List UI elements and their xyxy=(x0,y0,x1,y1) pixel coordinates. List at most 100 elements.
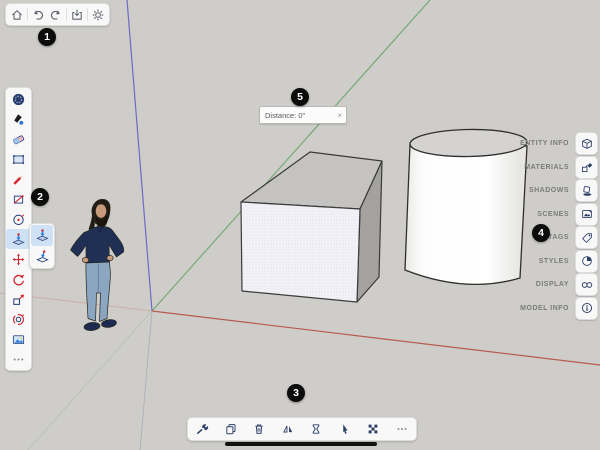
flip-button[interactable] xyxy=(278,419,298,439)
panel-label: ENTITY INFO xyxy=(520,140,569,147)
styles-icon xyxy=(580,254,594,268)
styles-button[interactable] xyxy=(575,250,598,273)
scale-figure[interactable] xyxy=(71,199,124,331)
axis-blue xyxy=(127,0,152,311)
offset-icon xyxy=(11,312,26,327)
step-badge-5: 5 xyxy=(291,88,309,106)
app-window: ENTITY INFO MATERIALS SHADOWS SCENES TAG… xyxy=(0,0,600,450)
tags-button[interactable] xyxy=(575,226,598,249)
rotated-rectangle-tool-button[interactable] xyxy=(6,189,31,209)
hourglass-icon xyxy=(309,422,323,436)
panel-label: TAGS xyxy=(548,234,569,241)
materials-button[interactable] xyxy=(575,156,598,179)
more-icon xyxy=(11,352,26,367)
redo-icon xyxy=(49,8,63,22)
line-tool-button[interactable] xyxy=(6,169,31,189)
model-info-button[interactable] xyxy=(575,297,598,320)
undo-button[interactable] xyxy=(29,6,47,24)
move-tool-button[interactable] xyxy=(6,249,31,269)
more-icon xyxy=(395,422,409,436)
delete-button[interactable] xyxy=(249,419,269,439)
push-pull-variant-button[interactable] xyxy=(31,246,53,267)
panel-row-scenes: SCENES xyxy=(520,204,598,225)
shadows-button[interactable] xyxy=(575,179,598,202)
redo-button[interactable] xyxy=(47,6,65,24)
scenes-button[interactable] xyxy=(575,203,598,226)
toolbar-divider xyxy=(27,8,28,21)
copy-button[interactable] xyxy=(221,419,241,439)
select-icon xyxy=(11,92,26,107)
circle-tool-button[interactable] xyxy=(6,209,31,229)
panel-row-shadows: SHADOWS xyxy=(520,180,598,201)
settings-gear-icon xyxy=(91,8,105,22)
settings-button[interactable] xyxy=(89,6,107,24)
rotate-icon xyxy=(11,272,26,287)
measurement-label: Distance: 0" xyxy=(260,111,337,120)
box-shape[interactable] xyxy=(241,152,382,302)
paint-icon xyxy=(11,112,26,127)
rotate-tool-button[interactable] xyxy=(6,269,31,289)
entity-info-button[interactable] xyxy=(575,132,598,155)
tags-icon xyxy=(580,231,594,245)
paint-tool-button[interactable] xyxy=(6,109,31,129)
drawing-canvas[interactable] xyxy=(0,0,600,450)
wrench-icon xyxy=(195,422,209,436)
rectangle-icon xyxy=(11,152,26,167)
push-pull-variant-icon xyxy=(35,249,50,264)
push-pull-tool-button[interactable] xyxy=(6,229,31,249)
cursor-icon xyxy=(338,422,352,436)
undo-icon xyxy=(31,8,45,22)
panel-label: SHADOWS xyxy=(529,187,569,194)
step-badge-2: 2 xyxy=(31,188,49,206)
scenes-icon xyxy=(580,207,594,221)
circle-icon xyxy=(11,212,26,227)
context-toolbar xyxy=(187,417,417,441)
cylinder-shape[interactable] xyxy=(405,128,527,284)
panel-row-styles: STYLES xyxy=(520,251,598,272)
select-tool-button[interactable] xyxy=(6,89,31,109)
step-badge-1: 1 xyxy=(38,28,56,46)
shadows-icon xyxy=(580,184,594,198)
model-info-icon xyxy=(580,301,594,315)
flip-icon xyxy=(281,422,295,436)
export-button[interactable] xyxy=(68,6,86,24)
scale-icon xyxy=(11,292,26,307)
more-tools-button[interactable] xyxy=(6,349,31,369)
materials-icon xyxy=(580,160,594,174)
panel-label: MODEL INFO xyxy=(520,305,569,312)
left-toolbar xyxy=(5,87,32,371)
copy-icon xyxy=(224,422,238,436)
measurement-value-box[interactable]: Distance: 0" × xyxy=(259,106,347,124)
entity-info-icon xyxy=(580,137,594,151)
cursor-button[interactable] xyxy=(335,419,355,439)
scale-tool-button[interactable] xyxy=(6,289,31,309)
panel-row-materials: MATERIALS xyxy=(520,157,598,178)
wrench-button[interactable] xyxy=(192,419,212,439)
box-top-face xyxy=(241,152,382,209)
move-icon xyxy=(11,252,26,267)
display-icon xyxy=(580,278,594,292)
push-pull-icon xyxy=(11,232,26,247)
rectangle-tool-button[interactable] xyxy=(6,149,31,169)
home-button[interactable] xyxy=(8,6,26,24)
toolbar-divider xyxy=(87,8,88,21)
more-actions-button[interactable] xyxy=(392,419,412,439)
home-indicator-bar[interactable] xyxy=(225,442,377,446)
pattern-button[interactable] xyxy=(363,419,383,439)
push-pull-flyout-button[interactable] xyxy=(31,225,53,246)
export-icon xyxy=(70,8,84,22)
image-tool-button[interactable] xyxy=(6,329,31,349)
offset-tool-button[interactable] xyxy=(6,309,31,329)
panel-row-display: DISPLAY xyxy=(520,274,598,295)
panel-label: STYLES xyxy=(539,258,569,265)
push-pull-icon xyxy=(35,228,50,243)
toolbar-divider xyxy=(66,8,67,21)
step-badge-4: 4 xyxy=(532,224,550,242)
hourglass-button[interactable] xyxy=(306,419,326,439)
panel-label: DISPLAY xyxy=(536,281,569,288)
panel-row-model-info: MODEL INFO xyxy=(520,298,598,319)
rotated-rectangle-icon xyxy=(11,192,26,207)
eraser-tool-button[interactable] xyxy=(6,129,31,149)
display-button[interactable] xyxy=(575,273,598,296)
close-icon[interactable]: × xyxy=(337,111,346,120)
